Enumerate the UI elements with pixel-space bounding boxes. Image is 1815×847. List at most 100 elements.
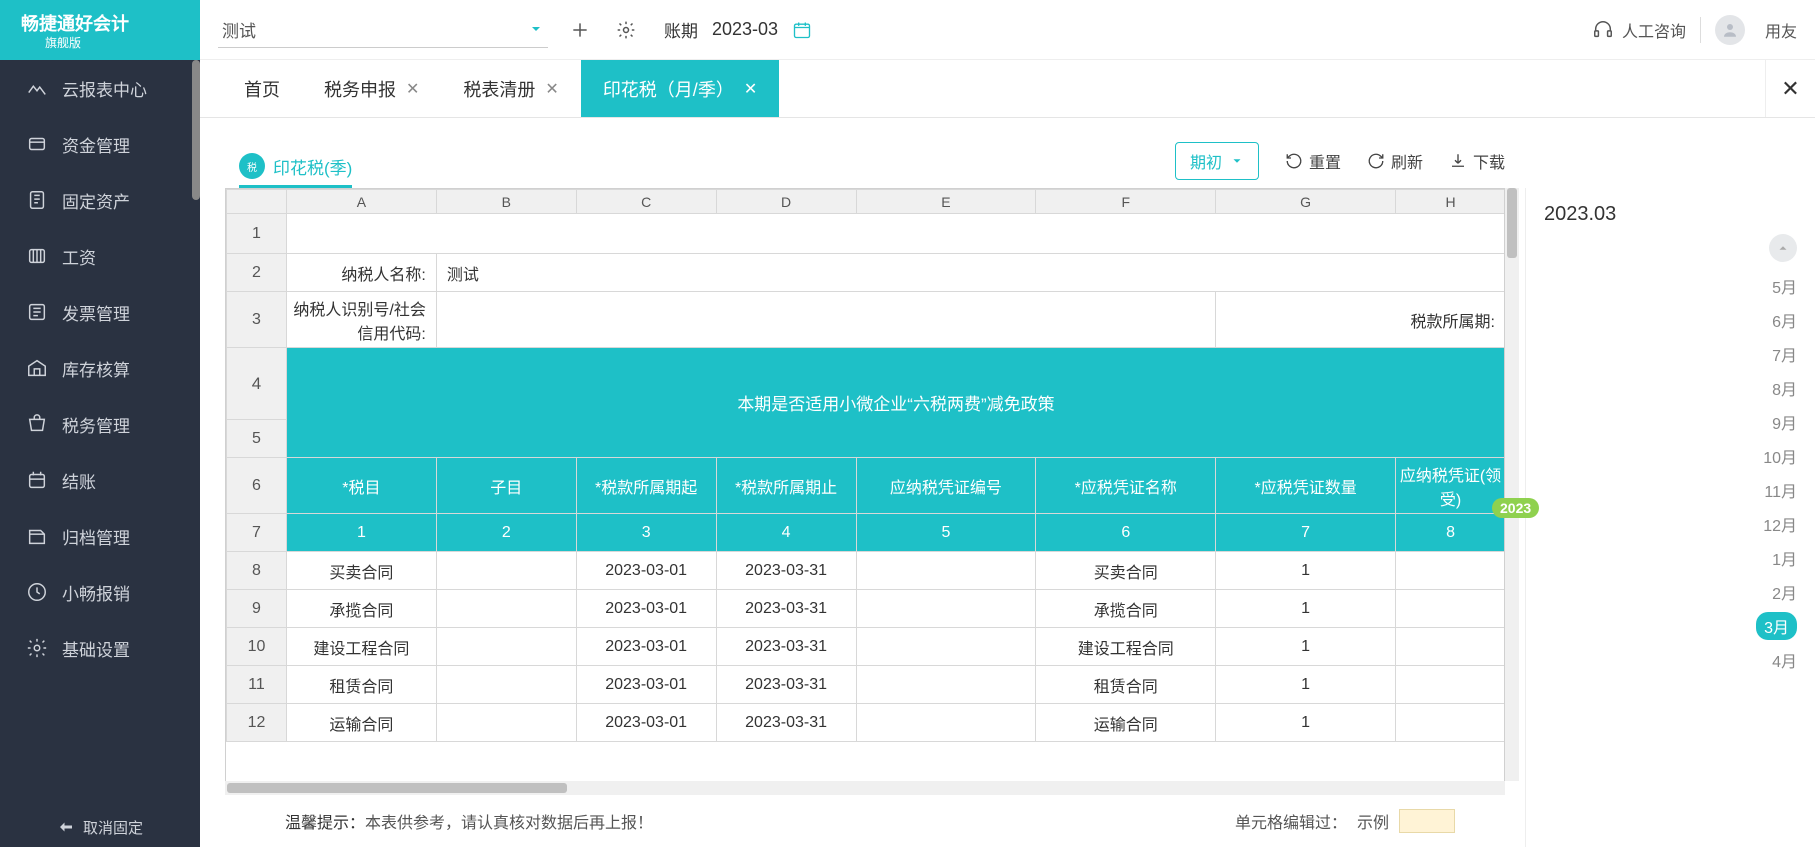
cell[interactable] bbox=[856, 628, 1036, 666]
period-owned-label[interactable]: 税款所属期: bbox=[1216, 292, 1504, 348]
period-month[interactable]: 10月 bbox=[1526, 440, 1797, 472]
row-hdr-7[interactable]: 7 bbox=[227, 514, 287, 552]
sidebar-item-5[interactable]: 库存核算 bbox=[0, 340, 200, 396]
policy-banner[interactable]: 本期是否适用小微企业“六税两费”减免政策 bbox=[286, 348, 1504, 458]
reset-button[interactable]: 重置 bbox=[1285, 149, 1341, 173]
cell[interactable]: 承揽合同 bbox=[286, 590, 436, 628]
cell[interactable]: 运输合同 bbox=[286, 704, 436, 742]
sidebar-item-4[interactable]: 发票管理 bbox=[0, 284, 200, 340]
cell[interactable]: 2023-03-01 bbox=[576, 628, 716, 666]
consult-button[interactable]: 人工咨询 bbox=[1592, 18, 1686, 42]
cell[interactable] bbox=[856, 704, 1036, 742]
sheet-v-thumb[interactable] bbox=[1507, 188, 1517, 258]
cell[interactable] bbox=[1396, 552, 1504, 590]
colnum-4[interactable]: 4 bbox=[716, 514, 856, 552]
cell[interactable] bbox=[436, 552, 576, 590]
sheet-h-thumb[interactable] bbox=[227, 783, 567, 793]
sheet-v-scrollbar[interactable] bbox=[1505, 188, 1519, 781]
settings-button[interactable] bbox=[612, 16, 640, 44]
cell[interactable]: 建设工程合同 bbox=[1036, 628, 1216, 666]
col-G[interactable]: G bbox=[1216, 190, 1396, 214]
download-button[interactable]: 下载 bbox=[1449, 149, 1505, 173]
close-icon[interactable]: ✕ bbox=[545, 79, 558, 99]
cell[interactable]: 2023-03-31 bbox=[716, 552, 856, 590]
cell[interactable] bbox=[856, 666, 1036, 704]
colnum-3[interactable]: 3 bbox=[576, 514, 716, 552]
sidebar-item-8[interactable]: 归档管理 bbox=[0, 508, 200, 564]
cell[interactable] bbox=[436, 292, 1215, 348]
sidebar-item-3[interactable]: 工资 bbox=[0, 228, 200, 284]
taxpayer-value[interactable]: 测试 bbox=[436, 254, 1504, 292]
period-month[interactable]: 4月 bbox=[1526, 644, 1797, 676]
cell[interactable]: 1 bbox=[1216, 704, 1396, 742]
col-E[interactable]: E bbox=[856, 190, 1036, 214]
colnum-2[interactable]: 2 bbox=[436, 514, 576, 552]
cell[interactable] bbox=[436, 704, 576, 742]
period-month[interactable]: 7月 bbox=[1526, 338, 1797, 370]
taxpayer-label[interactable]: 纳税人名称: bbox=[286, 254, 436, 292]
colnum-5[interactable]: 5 bbox=[856, 514, 1036, 552]
cell[interactable]: 承揽合同 bbox=[1036, 590, 1216, 628]
cell[interactable] bbox=[436, 590, 576, 628]
row-hdr[interactable]: 11 bbox=[227, 666, 287, 704]
col-A[interactable]: A bbox=[286, 190, 436, 214]
cell[interactable]: 2023-03-31 bbox=[716, 666, 856, 704]
sidebar-item-10[interactable]: 基础设置 bbox=[0, 620, 200, 676]
hdr-voucher-recv[interactable]: 应纳税凭证(领受) bbox=[1396, 458, 1504, 514]
row-hdr[interactable]: 9 bbox=[227, 590, 287, 628]
period-month[interactable]: 5月 bbox=[1526, 270, 1797, 302]
add-button[interactable] bbox=[566, 16, 594, 44]
period-month[interactable]: 2月 bbox=[1526, 576, 1797, 608]
row-hdr[interactable]: 12 bbox=[227, 704, 287, 742]
cell[interactable]: 2023-03-01 bbox=[576, 552, 716, 590]
period-month[interactable]: 6月 bbox=[1526, 304, 1797, 336]
colnum-6[interactable]: 6 bbox=[1036, 514, 1216, 552]
colnum-1[interactable]: 1 bbox=[286, 514, 436, 552]
cell[interactable]: 买卖合同 bbox=[1036, 552, 1216, 590]
period-month[interactable]: 3月 bbox=[1526, 610, 1797, 642]
sidebar-item-0[interactable]: 云报表中心 bbox=[0, 60, 200, 116]
cell[interactable]: 2023-03-01 bbox=[576, 704, 716, 742]
row-hdr-4[interactable]: 4 bbox=[227, 348, 287, 420]
sidebar-item-6[interactable]: 税务管理 bbox=[0, 396, 200, 452]
cell[interactable]: 1 bbox=[1216, 666, 1396, 704]
period-picker[interactable] bbox=[788, 16, 816, 44]
cell[interactable]: 买卖合同 bbox=[286, 552, 436, 590]
cell[interactable] bbox=[286, 214, 1504, 254]
cell[interactable] bbox=[1396, 628, 1504, 666]
cell[interactable]: 租赁合同 bbox=[1036, 666, 1216, 704]
cell[interactable] bbox=[856, 590, 1036, 628]
period-init-button[interactable]: 期初 bbox=[1175, 142, 1259, 180]
hdr-sub-item[interactable]: 子目 bbox=[436, 458, 576, 514]
taxid-label[interactable]: 纳税人识别号/社会信用代码: bbox=[286, 292, 436, 348]
cell[interactable] bbox=[1396, 704, 1504, 742]
cell[interactable] bbox=[856, 552, 1036, 590]
row-hdr-3[interactable]: 3 bbox=[227, 292, 287, 348]
sidebar-item-1[interactable]: 资金管理 bbox=[0, 116, 200, 172]
row-hdr-2[interactable]: 2 bbox=[227, 254, 287, 292]
period-scroll-up[interactable] bbox=[1769, 234, 1797, 262]
sidebar-item-9[interactable]: 小畅报销 bbox=[0, 564, 200, 620]
col-D[interactable]: D bbox=[716, 190, 856, 214]
avatar[interactable] bbox=[1715, 15, 1745, 45]
period-month[interactable]: 11月 bbox=[1526, 474, 1797, 506]
period-month[interactable]: 9月 bbox=[1526, 406, 1797, 438]
hdr-voucher-no[interactable]: 应纳税凭证编号 bbox=[856, 458, 1036, 514]
refresh-button[interactable]: 刷新 bbox=[1367, 149, 1423, 173]
tab-0[interactable]: 首页 bbox=[222, 60, 302, 117]
cell[interactable] bbox=[436, 666, 576, 704]
hdr-period-start[interactable]: *税款所属期起 bbox=[576, 458, 716, 514]
spreadsheet[interactable]: A B C D E F G H 1 2 纳税人名称: 测试 3 纳税人识别号/社… bbox=[225, 188, 1505, 795]
row-hdr[interactable]: 8 bbox=[227, 552, 287, 590]
close-icon[interactable]: ✕ bbox=[744, 79, 757, 99]
sidebar-item-2[interactable]: 固定资产 bbox=[0, 172, 200, 228]
period-month[interactable]: 12月 bbox=[1526, 508, 1797, 540]
cell[interactable]: 2023-03-01 bbox=[576, 590, 716, 628]
sheet-h-scrollbar[interactable] bbox=[225, 781, 1505, 795]
hdr-tax-item[interactable]: *税目 bbox=[286, 458, 436, 514]
close-all-tabs[interactable]: ✕ bbox=[1765, 60, 1815, 117]
tab-2[interactable]: 税表清册✕ bbox=[441, 60, 580, 117]
row-hdr-6[interactable]: 6 bbox=[227, 458, 287, 514]
colnum-7[interactable]: 7 bbox=[1216, 514, 1396, 552]
hdr-voucher-qty[interactable]: *应税凭证数量 bbox=[1216, 458, 1396, 514]
